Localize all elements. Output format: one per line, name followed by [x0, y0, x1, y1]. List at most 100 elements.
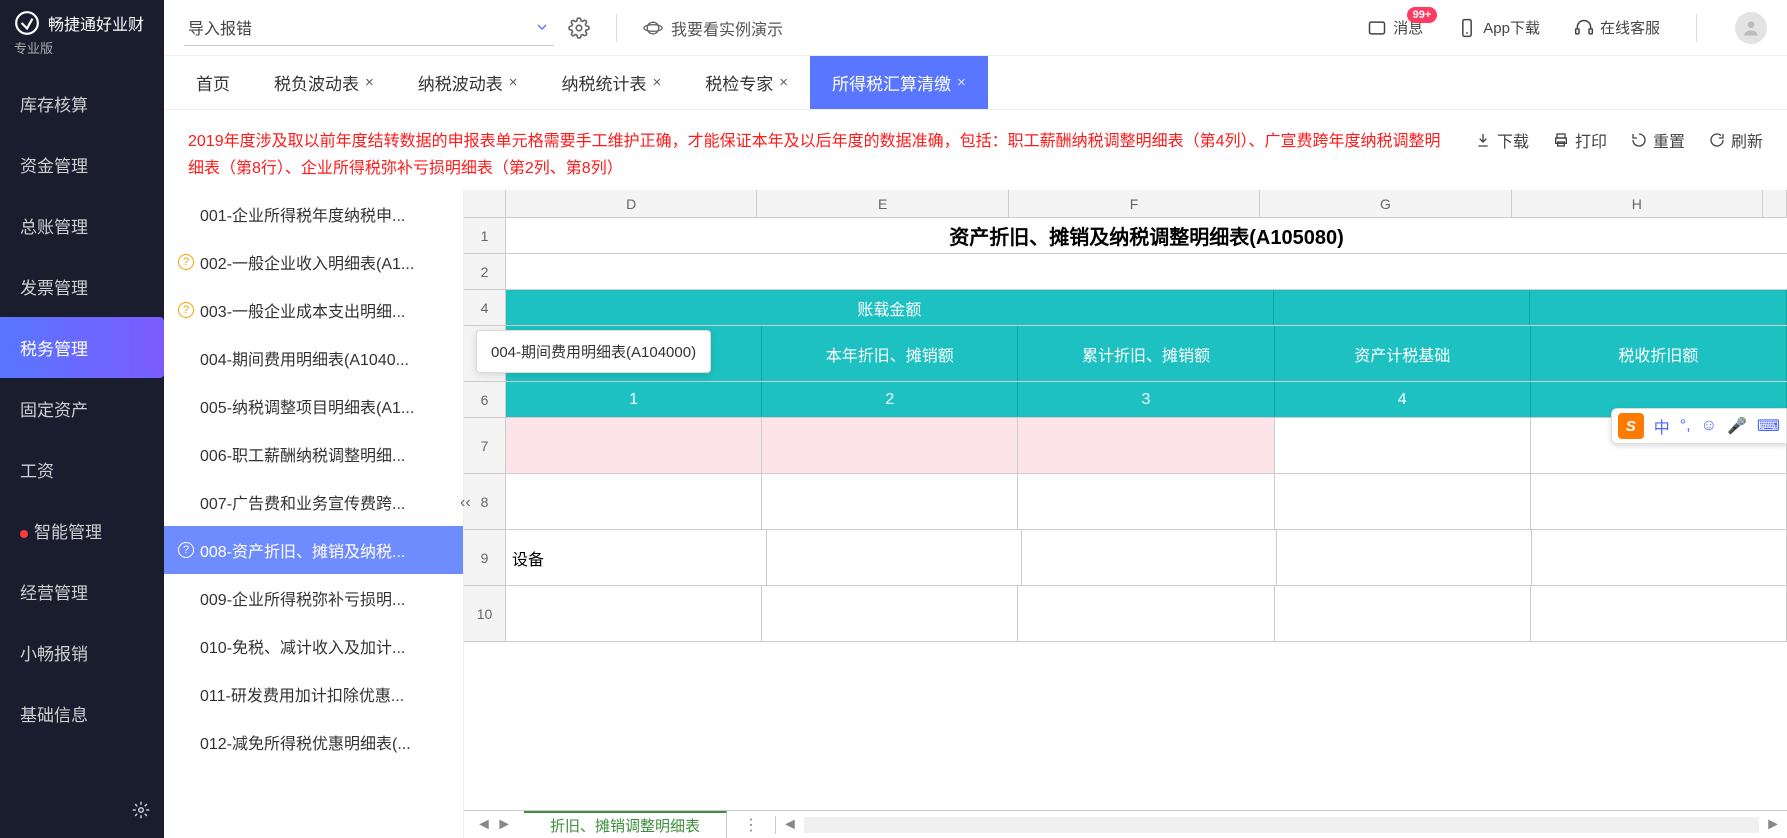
form-item-011[interactable]: 011-研发费用加计扣除优惠... [164, 670, 463, 718]
form-item-004[interactable]: 004-期间费用明细表(A1040... [164, 334, 463, 382]
sidebar-item-salary[interactable]: 工资 [0, 439, 164, 500]
data-cell[interactable] [762, 474, 1018, 529]
help-icon[interactable]: ? [178, 302, 194, 318]
search-select[interactable]: 导入报错 [184, 10, 554, 46]
ime-mode[interactable]: 中 [1654, 414, 1670, 438]
notice-row: 2019年度涉及取以前年度结转数据的申报表单元格需要手工维护正确，才能保证本年及… [164, 110, 1787, 190]
sidebar-item-smart[interactable]: 智能管理 [0, 500, 164, 561]
ime-punct-icon[interactable]: °, [1680, 417, 1691, 435]
data-cell[interactable] [1018, 474, 1274, 529]
sidebar-item-business[interactable]: 经营管理 [0, 561, 164, 622]
content-body: 001-企业所得税年度纳税申... ?002-一般企业收入明细表(A1... ?… [164, 190, 1787, 838]
close-icon[interactable]: × [365, 74, 374, 91]
tab-taxpay-stat[interactable]: 纳税统计表× [540, 56, 684, 109]
close-icon[interactable]: × [779, 74, 788, 91]
ime-emoji-icon[interactable]: ☺ [1701, 417, 1717, 435]
close-icon[interactable]: × [653, 74, 662, 91]
tab-taxpay-wave[interactable]: 纳税波动表× [396, 56, 540, 109]
reset-button[interactable]: 重置 [1631, 128, 1685, 152]
data-cell[interactable] [1531, 586, 1787, 641]
data-cell[interactable] [767, 530, 1022, 585]
form-item-003[interactable]: ?003-一般企业成本支出明细... [164, 286, 463, 334]
tab-income-tax[interactable]: 所得税汇算清缴× [810, 56, 988, 109]
sidebar-item-inventory[interactable]: 库存核算 [0, 73, 164, 134]
form-item-008[interactable]: ?008-资产折旧、摊销及纳税... [164, 526, 463, 574]
refresh-button[interactable]: 刷新 [1709, 128, 1763, 152]
warning-text: 2019年度涉及取以前年度结转数据的申报表单元格需要手工维护正确，才能保证本年及… [188, 128, 1447, 182]
form-item-002[interactable]: ?002-一般企业收入明细表(A1... [164, 238, 463, 286]
row-header[interactable]: 6 [464, 382, 506, 417]
sheet-tab[interactable]: 折旧、摊销调整明细表 [524, 811, 727, 838]
tab-tax-expert[interactable]: 税检专家× [683, 56, 810, 109]
sidebar-item-basic[interactable]: 基础信息 [0, 683, 164, 744]
user-icon [1741, 18, 1761, 38]
data-cell[interactable]: 设备 [506, 530, 767, 585]
data-cell[interactable] [762, 586, 1018, 641]
sheet-menu-icon[interactable]: ⋮ [727, 815, 775, 835]
sidebar-settings-icon[interactable] [0, 787, 164, 838]
data-cell[interactable] [506, 586, 762, 641]
col-header-f[interactable]: F [1009, 190, 1260, 217]
col-header-e[interactable]: E [757, 190, 1008, 217]
row-header[interactable]: 10 [464, 586, 506, 641]
data-cell[interactable] [1531, 474, 1787, 529]
data-cell[interactable] [506, 474, 762, 529]
data-cell[interactable] [1275, 586, 1531, 641]
data-cell[interactable] [762, 418, 1018, 473]
help-icon[interactable]: ? [178, 542, 194, 558]
form-item-012[interactable]: 012-减免所得税优惠明细表(... [164, 718, 463, 766]
form-item-010[interactable]: 010-免税、减计收入及加计... [164, 622, 463, 670]
sidebar-item-funds[interactable]: 资金管理 [0, 134, 164, 195]
row-header[interactable]: 1 [464, 218, 506, 253]
horizontal-scrollbar[interactable]: ◄► [775, 816, 1787, 834]
data-cell[interactable] [1275, 418, 1531, 473]
planet-icon [643, 18, 663, 38]
form-item-009[interactable]: 009-企业所得税弥补亏损明... [164, 574, 463, 622]
data-cell[interactable] [506, 418, 762, 473]
ime-keyboard-icon[interactable]: ⌨ [1757, 416, 1780, 436]
tab-taxburden[interactable]: 税负波动表× [252, 56, 396, 109]
data-cell[interactable] [1275, 474, 1531, 529]
avatar[interactable] [1735, 12, 1767, 44]
gear-icon[interactable] [568, 17, 590, 39]
row-header[interactable]: 7 [464, 418, 506, 473]
data-cell[interactable] [1532, 530, 1787, 585]
form-item-005[interactable]: 005-纳税调整项目明细表(A1... [164, 382, 463, 430]
demo-link[interactable]: 我要看实例演示 [643, 16, 783, 40]
data-cell[interactable] [1018, 418, 1274, 473]
data-cell[interactable] [1018, 586, 1274, 641]
sidebar-item-invoice[interactable]: 发票管理 [0, 256, 164, 317]
form-item-007[interactable]: 007-广告费和业务宣传费跨... [164, 478, 463, 526]
sidebar-item-tax[interactable]: 税务管理 [0, 317, 164, 378]
data-cell[interactable] [1022, 530, 1277, 585]
col-header-h[interactable]: H [1512, 190, 1763, 217]
collapse-handle[interactable]: ‹‹ [460, 494, 471, 512]
close-icon[interactable]: × [957, 74, 966, 91]
grid[interactable]: 1资产折旧、摊销及纳税调整明细表(A105080) 2 4账载金额 5资产原值本… [464, 218, 1787, 810]
col-header-g[interactable]: G [1260, 190, 1511, 217]
form-item-001[interactable]: 001-企业所得税年度纳税申... [164, 190, 463, 238]
sidebar-item-assets[interactable]: 固定资产 [0, 378, 164, 439]
customer-service-button[interactable]: 在线客服 [1574, 17, 1660, 38]
app-download-button[interactable]: App下载 [1457, 17, 1540, 38]
headset-icon [1574, 18, 1594, 38]
sheet-nav[interactable]: ◄ ► [464, 816, 524, 834]
download-button[interactable]: 下载 [1475, 128, 1529, 152]
sidebar-item-reimburse[interactable]: 小畅报销 [0, 622, 164, 683]
col-header-edge[interactable] [1763, 190, 1787, 217]
messages-button[interactable]: 消息 99+ [1367, 17, 1423, 38]
ime-toolbar[interactable]: S 中 °, ☺ 🎤 ⌨ [1611, 408, 1787, 444]
data-cell[interactable] [1277, 530, 1532, 585]
ime-mic-icon[interactable]: 🎤 [1727, 416, 1747, 436]
row-header[interactable]: 9 [464, 530, 506, 585]
corner-cell[interactable] [464, 190, 506, 217]
close-icon[interactable]: × [509, 74, 518, 91]
row-header[interactable]: 2 [464, 254, 506, 289]
tab-home[interactable]: 首页 [174, 56, 252, 109]
col-header-d[interactable]: D [506, 190, 757, 217]
row-header[interactable]: 4 [464, 290, 506, 325]
help-icon[interactable]: ? [178, 254, 194, 270]
print-button[interactable]: 打印 [1553, 128, 1607, 152]
sidebar-item-ledger[interactable]: 总账管理 [0, 195, 164, 256]
form-item-006[interactable]: 006-职工薪酬纳税调整明细... [164, 430, 463, 478]
